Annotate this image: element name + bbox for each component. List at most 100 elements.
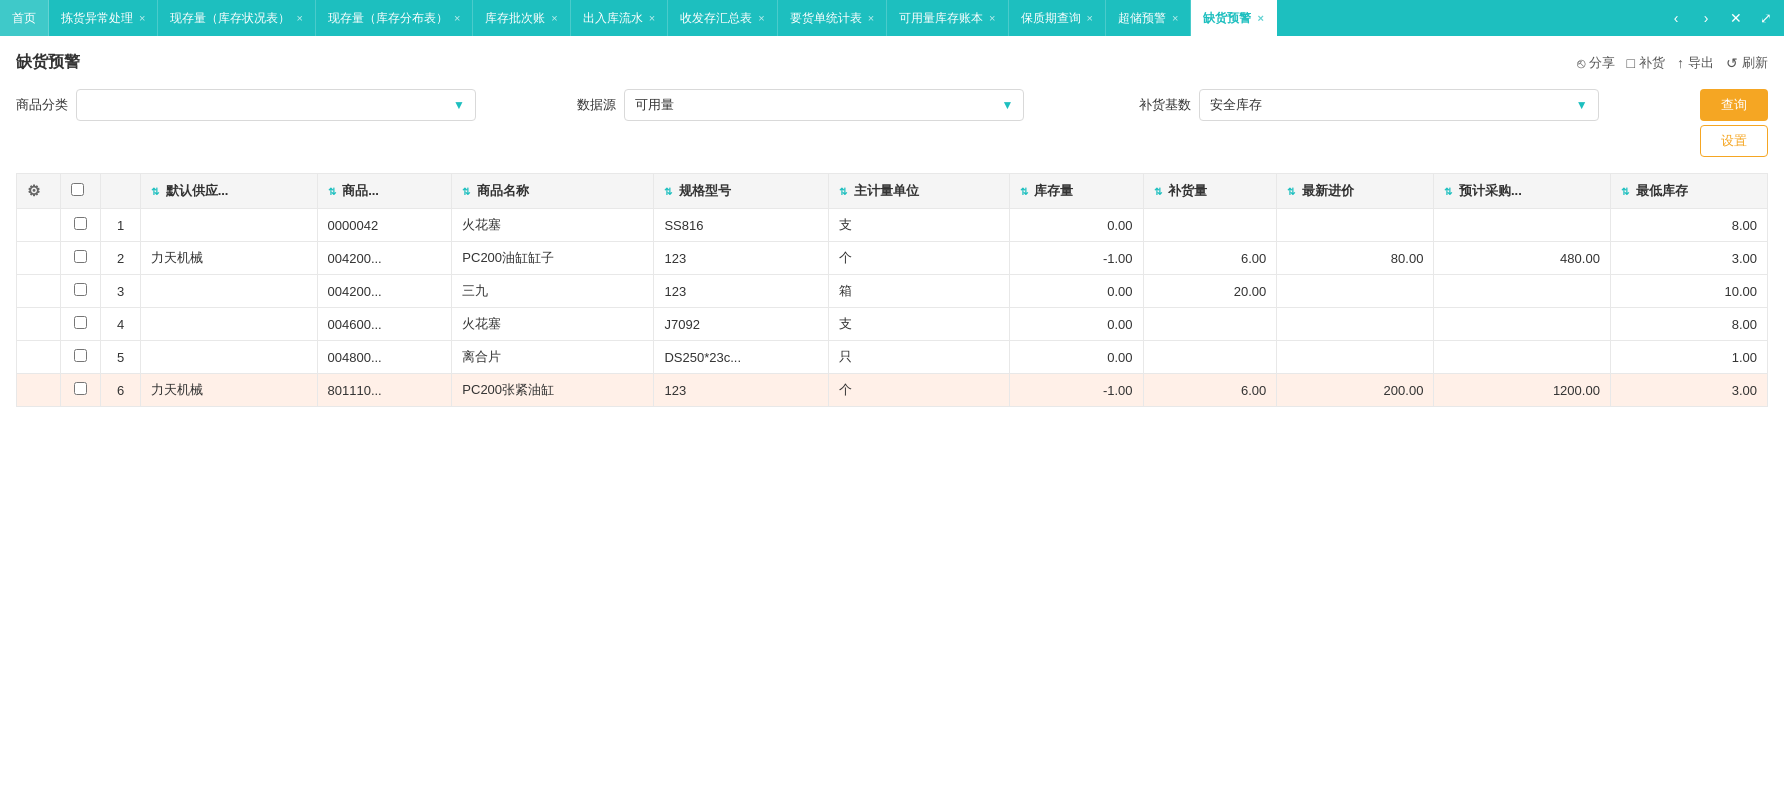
table-settings-icon[interactable]: ⚙ xyxy=(27,182,40,199)
row-checkbox-3[interactable] xyxy=(74,316,87,329)
row-replenish-qty xyxy=(1143,308,1277,341)
row-est-purchase: 480.00 xyxy=(1434,242,1611,275)
datasource-value: 可用量 xyxy=(635,96,674,114)
nav-tab-recv-summary[interactable]: 收发存汇总表× xyxy=(668,0,777,36)
nav-tab-stock-dist[interactable]: 现存量（库存分布表）× xyxy=(316,0,473,36)
tab-close-stock-dist[interactable]: × xyxy=(454,12,460,24)
nav-tab-expiry-query[interactable]: 保质期查询× xyxy=(1009,0,1106,36)
row-min-stock: 3.00 xyxy=(1610,374,1767,407)
row-supplier xyxy=(141,275,318,308)
nav-prev-button[interactable]: ‹ xyxy=(1662,4,1690,32)
nav-tab-available-ledger[interactable]: 可用量库存账本× xyxy=(887,0,1008,36)
row-checkbox-2[interactable] xyxy=(74,283,87,296)
table-header: ⚙ ⇅ 默认供应... ⇅ 商品... ⇅ 商品名称 xyxy=(17,174,1768,209)
row-unit: 只 xyxy=(829,341,1009,374)
row-replenish-qty: 20.00 xyxy=(1143,275,1277,308)
tab-close-available-ledger[interactable]: × xyxy=(989,12,995,24)
row-latest-price xyxy=(1277,341,1434,374)
select-all-checkbox[interactable] xyxy=(71,183,84,196)
page-header: 缺货预警 ⎋ 分享 □ 补货 ↑ 导出 ↺ 刷新 xyxy=(16,52,1768,73)
tab-close-recv-summary[interactable]: × xyxy=(758,12,764,24)
row-spec: 123 xyxy=(654,242,829,275)
row-unit: 箱 xyxy=(829,275,1009,308)
row-stock-qty: -1.00 xyxy=(1009,242,1143,275)
row-latest-price: 200.00 xyxy=(1277,374,1434,407)
nav-tab-shortage[interactable]: 缺货预警× xyxy=(1191,0,1276,36)
nav-tab-inout-flow[interactable]: 出入库流水× xyxy=(571,0,668,36)
row-est-purchase xyxy=(1434,308,1611,341)
page-title: 缺货预警 xyxy=(16,52,80,73)
share-icon: ⎋ xyxy=(1577,55,1585,71)
nav-tab-demand-stat[interactable]: 要货单统计表× xyxy=(778,0,887,36)
category-select[interactable]: ▼ xyxy=(76,89,476,121)
row-checkbox-5[interactable] xyxy=(74,382,87,395)
row-num: 3 xyxy=(101,275,141,308)
tab-close-abnormal[interactable]: × xyxy=(139,12,145,24)
nav-close-button[interactable]: ✕ xyxy=(1722,4,1750,32)
nav-tab-abnormal[interactable]: 拣货异常处理× xyxy=(49,0,158,36)
row-settings-cell xyxy=(17,275,61,308)
row-product-code: 004800... xyxy=(317,341,452,374)
sort-name-icon: ⇅ xyxy=(462,186,470,197)
th-unit: ⇅ 主计量单位 xyxy=(829,174,1009,209)
row-num: 6 xyxy=(101,374,141,407)
th-stock-qty: ⇅ 库存量 xyxy=(1009,174,1143,209)
row-est-purchase: 1200.00 xyxy=(1434,374,1611,407)
nav-expand-button[interactable]: ⤢ xyxy=(1752,4,1780,32)
replenish-icon: □ xyxy=(1627,55,1635,71)
sort-supplier-icon: ⇅ xyxy=(151,186,159,197)
row-supplier xyxy=(141,308,318,341)
replenish-base-filter: 补货基数 安全库存 ▼ xyxy=(1139,89,1684,121)
table-row: 5 004800... 离合片 DS250*23c... 只 0.00 1.00 xyxy=(17,341,1768,374)
row-checkbox-cell xyxy=(61,242,101,275)
tab-close-batch-account[interactable]: × xyxy=(551,12,557,24)
nav-tab-home[interactable]: 首页 xyxy=(0,0,49,36)
query-button[interactable]: 查询 xyxy=(1700,89,1768,121)
datasource-label: 数据源 xyxy=(577,96,616,114)
replenish-base-label: 补货基数 xyxy=(1139,96,1191,114)
row-min-stock: 8.00 xyxy=(1610,209,1767,242)
row-supplier xyxy=(141,341,318,374)
row-checkbox-cell xyxy=(61,275,101,308)
tab-close-demand-stat[interactable]: × xyxy=(868,12,874,24)
nav-tab-overstock[interactable]: 超储预警× xyxy=(1106,0,1191,36)
row-checkbox-cell xyxy=(61,341,101,374)
replenish-button[interactable]: □ 补货 xyxy=(1627,54,1665,72)
row-stock-qty: 0.00 xyxy=(1009,341,1143,374)
tab-close-expiry-query[interactable]: × xyxy=(1087,12,1093,24)
table-row: 6 力天机械 801110... PC200张紧油缸 123 个 -1.00 6… xyxy=(17,374,1768,407)
nav-controls: ‹ › ✕ ⤢ xyxy=(1658,4,1784,32)
sort-min-icon: ⇅ xyxy=(1621,186,1629,197)
export-button[interactable]: ↑ 导出 xyxy=(1677,54,1714,72)
row-num: 4 xyxy=(101,308,141,341)
th-product-name: ⇅ 商品名称 xyxy=(452,174,654,209)
row-unit: 支 xyxy=(829,308,1009,341)
row-stock-qty: 0.00 xyxy=(1009,308,1143,341)
row-unit: 支 xyxy=(829,209,1009,242)
row-spec: 123 xyxy=(654,275,829,308)
share-button[interactable]: ⎋ 分享 xyxy=(1577,54,1615,72)
top-navigation: 首页拣货异常处理×现存量（库存状况表）×现存量（库存分布表）×库存批次账×出入库… xyxy=(0,0,1784,36)
nav-tab-stock-status[interactable]: 现存量（库存状况表）× xyxy=(158,0,315,36)
row-settings-cell xyxy=(17,209,61,242)
category-filter: 商品分类 ▼ xyxy=(16,89,561,121)
replenish-base-select[interactable]: 安全库存 ▼ xyxy=(1199,89,1599,121)
row-checkbox-1[interactable] xyxy=(74,250,87,263)
nav-tab-batch-account[interactable]: 库存批次账× xyxy=(473,0,570,36)
row-product-name: 三九 xyxy=(452,275,654,308)
nav-next-button[interactable]: › xyxy=(1692,4,1720,32)
th-checkbox xyxy=(61,174,101,209)
row-checkbox-cell xyxy=(61,209,101,242)
datasource-select[interactable]: 可用量 ▼ xyxy=(624,89,1024,121)
tab-close-stock-status[interactable]: × xyxy=(296,12,302,24)
row-checkbox-0[interactable] xyxy=(74,217,87,230)
refresh-button[interactable]: ↺ 刷新 xyxy=(1726,54,1768,72)
th-spec: ⇅ 规格型号 xyxy=(654,174,829,209)
settings-button[interactable]: 设置 xyxy=(1700,125,1768,157)
tab-close-overstock[interactable]: × xyxy=(1172,12,1178,24)
row-product-name: 火花塞 xyxy=(452,209,654,242)
sort-stock-icon: ⇅ xyxy=(1020,186,1028,197)
tab-close-inout-flow[interactable]: × xyxy=(649,12,655,24)
row-checkbox-4[interactable] xyxy=(74,349,87,362)
tab-close-shortage[interactable]: × xyxy=(1257,12,1263,24)
